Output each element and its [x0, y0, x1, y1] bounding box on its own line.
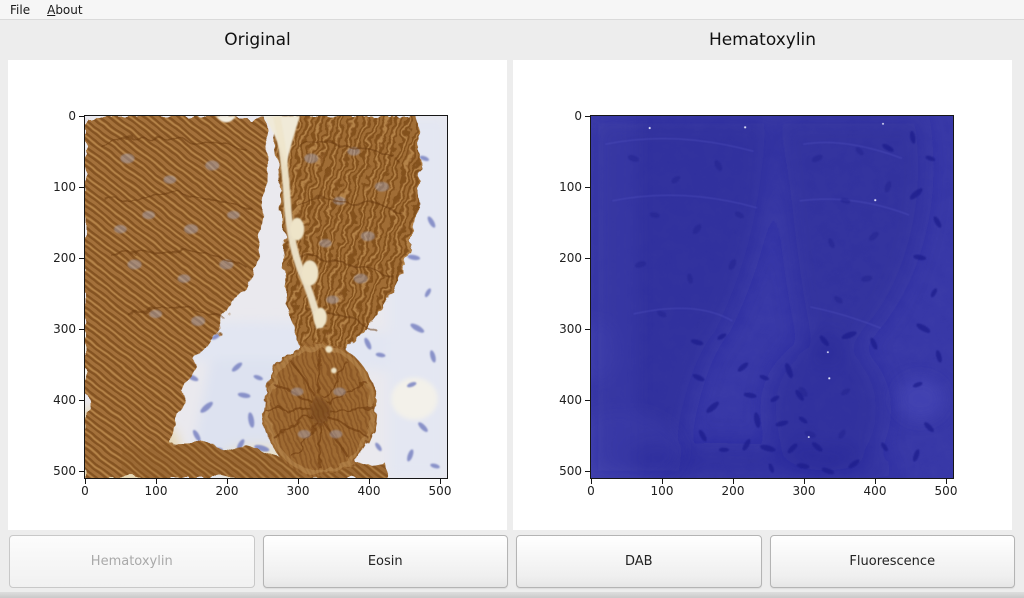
y-tick-label: 300 — [559, 322, 582, 336]
y-tick-label: 200 — [559, 251, 582, 265]
hematoxylin-panel: 0 100 200 300 400 500 0 100 200 300 400 … — [513, 60, 1012, 530]
original-panel: 0 100 200 300 400 500 0 100 200 300 400 … — [8, 60, 507, 530]
x-tick-mark — [440, 479, 441, 484]
app-window: File About Original Hematoxylin 0 100 20… — [0, 0, 1024, 598]
y-tick-label: 400 — [559, 393, 582, 407]
x-tick-label: 100 — [650, 484, 674, 498]
x-tick-label: 300 — [286, 484, 310, 498]
menu-bar: File About — [0, 0, 1024, 20]
hematoxylin-image — [590, 115, 954, 479]
x-tick-mark — [227, 479, 228, 484]
dab-button[interactable]: DAB — [516, 535, 762, 588]
x-tick-label: 300 — [792, 484, 816, 498]
x-tick-label: 400 — [357, 484, 381, 498]
hematoxylin-plot: 0 100 200 300 400 500 0 100 200 300 400 … — [559, 109, 957, 498]
x-tick-label: 500 — [934, 484, 958, 498]
x-tick-mark — [369, 479, 370, 484]
y-tick-label: 100 — [559, 180, 582, 194]
x-tick-mark — [946, 479, 947, 484]
y-tick-label: 400 — [53, 393, 76, 407]
x-tick-label: 400 — [863, 484, 887, 498]
window-bottom-edge — [0, 592, 1024, 598]
y-tick-label: 200 — [53, 251, 76, 265]
y-tick-label: 300 — [53, 322, 76, 336]
menu-file[interactable]: File — [10, 3, 30, 17]
x-tick-label: 200 — [215, 484, 239, 498]
menu-about[interactable]: About — [47, 3, 83, 17]
x-tick-mark — [875, 479, 876, 484]
x-tick-label: 0 — [587, 484, 595, 498]
x-tick-mark — [662, 479, 663, 484]
panel-title-original: Original — [224, 30, 291, 50]
y-tick-label: 500 — [53, 464, 76, 478]
x-tick-mark — [804, 479, 805, 484]
x-tick-mark — [591, 479, 592, 484]
x-tick-label: 500 — [428, 484, 452, 498]
fluorescence-button[interactable]: Fluorescence — [769, 535, 1015, 588]
x-tick-label: 100 — [144, 484, 168, 498]
x-tick-mark — [156, 479, 157, 484]
hematoxylin-button[interactable]: Hematoxylin — [9, 535, 255, 588]
y-tick-label: 0 — [574, 109, 582, 123]
panel-title-hematoxylin: Hematoxylin — [708, 30, 817, 50]
x-tick-mark — [85, 479, 86, 484]
stain-button-row: Hematoxylin Eosin DAB Fluorescence — [0, 535, 1024, 588]
x-tick-mark — [298, 479, 299, 484]
y-tick-label: 500 — [559, 464, 582, 478]
y-tick-label: 100 — [53, 180, 76, 194]
original-plot: 0 100 200 300 400 500 0 100 200 300 400 … — [53, 109, 451, 498]
x-tick-label: 200 — [721, 484, 745, 498]
original-image — [84, 115, 448, 479]
x-tick-mark — [733, 479, 734, 484]
y-tick-label: 0 — [68, 109, 76, 123]
x-tick-label: 0 — [81, 484, 89, 498]
eosin-button[interactable]: Eosin — [262, 535, 508, 588]
